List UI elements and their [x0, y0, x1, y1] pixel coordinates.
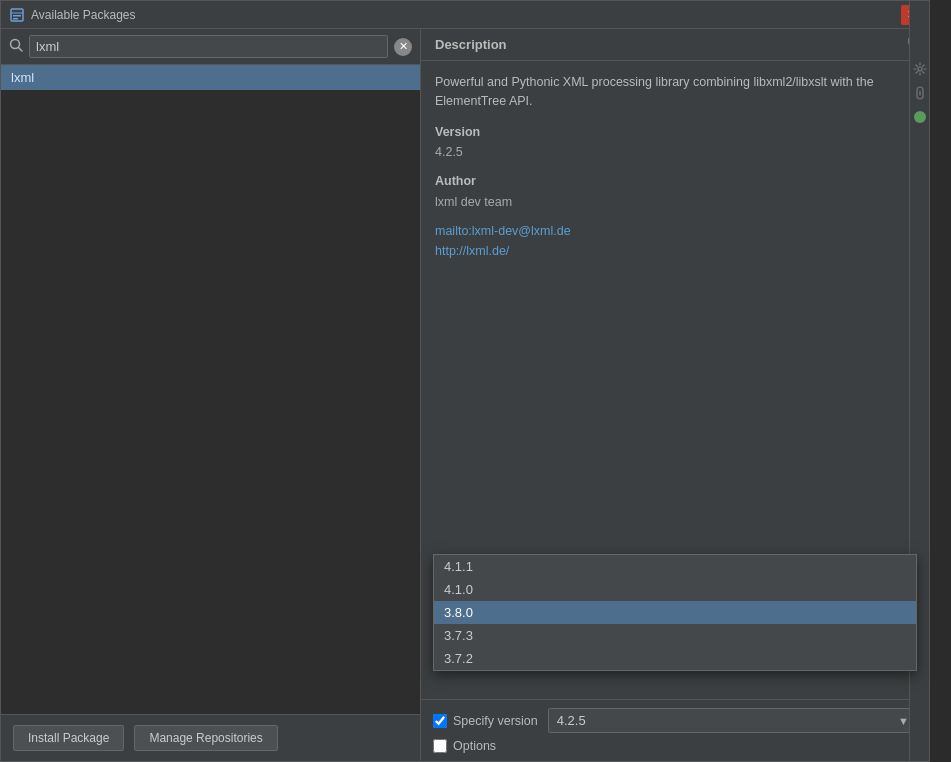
- settings-icon[interactable]: [912, 61, 928, 77]
- specify-version-label: Specify version: [433, 714, 538, 728]
- specify-version-row: Specify version 4.2.5 4.1.1 4.1.0 3.8.0 …: [433, 708, 917, 733]
- svg-rect-2: [13, 15, 21, 17]
- search-bar: ✕: [1, 29, 420, 65]
- install-package-button[interactable]: Install Package: [13, 725, 124, 751]
- specify-version-checkbox[interactable]: [433, 714, 447, 728]
- options-label: Options: [433, 739, 496, 753]
- main-window: Available Packages ✕ ✕ lxml: [0, 0, 930, 762]
- description-header: Description: [421, 29, 929, 61]
- svg-rect-3: [13, 18, 18, 20]
- window-icon: [9, 7, 25, 23]
- svg-point-6: [918, 67, 922, 71]
- search-clear-button[interactable]: ✕: [394, 38, 412, 56]
- dropdown-item-3-7-3[interactable]: 3.7.3: [434, 624, 916, 647]
- dropdown-item-4-1-1[interactable]: 4.1.1: [434, 555, 916, 578]
- version-select[interactable]: 4.2.5 4.1.1 4.1.0 3.8.0 3.7.3 3.7.2 3.7.…: [548, 708, 917, 733]
- dropdown-item-3-7-2[interactable]: 3.7.2: [434, 647, 916, 670]
- options-checkbox[interactable]: [433, 739, 447, 753]
- right-panel: Description Powerful and Pythonic XML pr…: [421, 29, 929, 761]
- version-select-wrap: 4.2.5 4.1.1 4.1.0 3.8.0 3.7.3 3.7.2 3.7.…: [548, 708, 917, 733]
- green-status-dot: [912, 109, 928, 125]
- version-dropdown-popup: 4.1.1 4.1.0 3.8.0 3.7.3 3.7.2: [433, 554, 917, 671]
- content-area: ✕ lxml Install Package Manage Repositori…: [1, 29, 929, 761]
- email-link[interactable]: mailto:lxml-dev@lxml.de: [435, 222, 915, 241]
- options-row: Options: [433, 739, 917, 753]
- website-link[interactable]: http://lxml.de/: [435, 242, 915, 261]
- svg-line-5: [19, 48, 23, 52]
- window-title: Available Packages: [31, 8, 901, 22]
- dropdown-item-3-8-0[interactable]: 3.8.0: [434, 601, 916, 624]
- description-text: Powerful and Pythonic XML processing lib…: [435, 73, 915, 111]
- package-list: lxml: [1, 65, 420, 714]
- scroll-icon[interactable]: [912, 85, 928, 101]
- bottom-bar: Install Package Manage Repositories: [1, 714, 420, 761]
- version-section: 4.1.1 4.1.0 3.8.0 3.7.3 3.7.2 Specify ve…: [421, 699, 929, 761]
- version-value: 4.2.5: [435, 143, 915, 162]
- package-item[interactable]: lxml: [1, 65, 420, 90]
- title-bar: Available Packages ✕: [1, 1, 929, 29]
- search-input[interactable]: [29, 35, 388, 58]
- author-label: Author: [435, 172, 915, 191]
- dropdown-item-4-1-0[interactable]: 4.1.0: [434, 578, 916, 601]
- author-value: lxml dev team: [435, 193, 915, 212]
- left-panel: ✕ lxml Install Package Manage Repositori…: [1, 29, 421, 761]
- manage-repositories-button[interactable]: Manage Repositories: [134, 725, 277, 751]
- search-icon: [9, 38, 23, 55]
- version-label: Version: [435, 123, 915, 142]
